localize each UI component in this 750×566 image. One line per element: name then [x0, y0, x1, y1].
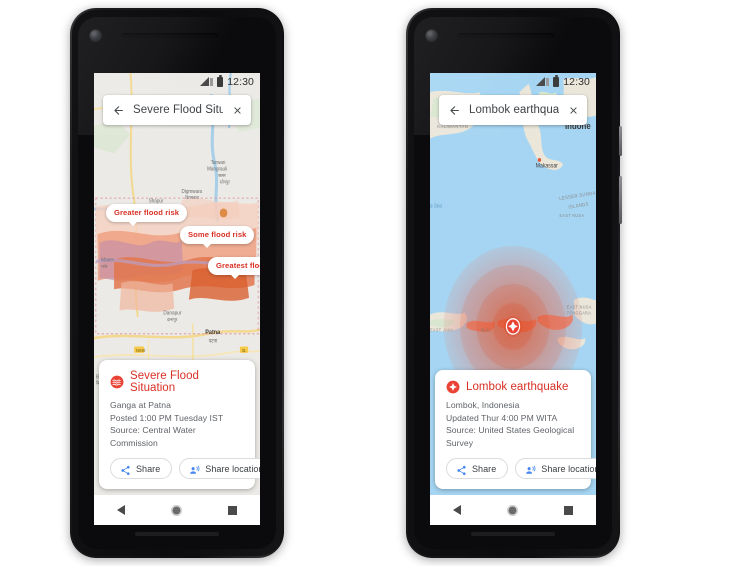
share-icon [120, 463, 131, 476]
card-actions: Share Share location [110, 458, 260, 479]
card-subtitle: Lombok, Indonesia [446, 400, 520, 411]
svg-text:a Sea: a Sea [430, 203, 442, 209]
share-button-label: Share [472, 463, 497, 474]
svg-text:TENGGARA: TENGGARA [567, 310, 591, 315]
phone-screen-flood: Lalganj लालगंज Tarwan Mangrauli जलर सोनप… [94, 73, 260, 495]
search-bar-earthquake[interactable]: Lombok earthquake [439, 95, 587, 125]
search-bar-flood[interactable]: Severe Flood Situation [103, 95, 251, 125]
flood-warning-icon [110, 375, 124, 389]
share-button[interactable]: Share [446, 458, 509, 479]
svg-text:जलर: जलर [218, 173, 226, 178]
earthquake-epicenter-icon [505, 318, 521, 335]
card-header: Severe Flood Situation [110, 370, 244, 394]
flood-callout-greater: Greater flood risk [106, 204, 188, 226]
share-location-button-label: Share location [541, 463, 596, 474]
svg-text:BALI: BALI [481, 327, 491, 332]
svg-text:EAST NUSA: EAST NUSA [560, 213, 585, 218]
phone-glass: Lalganj लालगंज Tarwan Mangrauli जलर सोनप… [78, 17, 276, 549]
svg-text:डिगमवारा: डिगमवारा [185, 195, 200, 200]
card-source: Source: United States Geological Survey [446, 425, 575, 448]
front-camera-icon [426, 30, 437, 41]
home-nav-button[interactable] [171, 504, 182, 516]
phone-device-earthquake: SOUTH KALIMANTAN SOUTH SULAWESI Indone M… [406, 8, 622, 558]
earpiece-speaker [458, 33, 554, 38]
android-nav-bar [430, 495, 596, 525]
card-header: Lombok earthquake [446, 380, 580, 394]
power-button[interactable] [619, 126, 622, 156]
earpiece-speaker [122, 33, 218, 38]
front-camera-icon [90, 30, 101, 41]
bottom-speaker [471, 532, 555, 536]
svg-text:EAST JAVA: EAST JAVA [430, 327, 453, 332]
alert-card-flood[interactable]: Severe Flood Situation Ganga at Patna Po… [99, 360, 260, 489]
phone-screen-earthquake: SOUTH KALIMANTAN SOUTH SULAWESI Indone M… [430, 73, 596, 495]
close-icon[interactable] [559, 105, 587, 116]
svg-text:मनेर: मनेर [101, 264, 107, 269]
card-posted-time: Posted 1:00 PM Tuesday IST [110, 412, 224, 423]
phone-glass: SOUTH KALIMANTAN SOUTH SULAWESI Indone M… [414, 17, 612, 549]
share-button[interactable]: Share [110, 458, 173, 479]
share-location-button[interactable]: Share location [179, 458, 260, 479]
back-arrow-icon[interactable] [439, 104, 469, 117]
share-location-icon [525, 463, 536, 474]
home-nav-button[interactable] [507, 504, 518, 516]
share-location-button[interactable]: Share location [515, 458, 596, 479]
svg-text:पटना: पटना [209, 339, 218, 344]
share-location-icon [189, 463, 200, 474]
search-input[interactable]: Lombok earthquake [469, 104, 559, 116]
card-subtitle: Ganga at Patna [110, 400, 171, 411]
card-source: Source: Central Water Commission [110, 425, 196, 448]
back-nav-button[interactable] [453, 505, 461, 515]
alert-card-earthquake[interactable]: Lombok earthquake Lombok, Indonesia Upda… [435, 370, 596, 489]
card-posted-time: Updated Thur 4:00 PM WITA [446, 412, 558, 423]
svg-text:Patna: Patna [205, 330, 221, 336]
card-actions: Share Share location [446, 458, 596, 479]
volume-button[interactable] [619, 176, 622, 224]
screenshot-canvas: Lalganj लालगंज Tarwan Mangrauli जलर सोनप… [0, 0, 750, 566]
card-title: Severe Flood Situation [130, 370, 199, 395]
svg-text:Makassar: Makassar [536, 163, 558, 169]
close-icon[interactable] [223, 105, 251, 116]
bottom-speaker [135, 532, 219, 536]
svg-text:Tarwan: Tarwan [211, 160, 226, 166]
back-arrow-icon[interactable] [103, 104, 133, 117]
recents-nav-button[interactable] [564, 505, 573, 515]
android-nav-bar [94, 495, 260, 525]
flood-callout-some: Some flood risk [180, 226, 255, 248]
phone-device-flood: Lalganj लालगंज Tarwan Mangrauli जलर सोनप… [70, 8, 284, 558]
share-icon [456, 463, 467, 476]
svg-text:NH30: NH30 [136, 348, 146, 353]
search-input[interactable]: Severe Flood Situation [133, 104, 223, 116]
earthquake-icon [446, 380, 460, 394]
svg-text:EAST NUSA: EAST NUSA [567, 304, 592, 309]
back-nav-button[interactable] [117, 505, 125, 515]
recents-nav-button[interactable] [228, 505, 237, 515]
card-title: Lombok earthquake [466, 381, 569, 394]
share-button-label: Share [136, 463, 161, 474]
svg-text:31: 31 [242, 348, 246, 353]
share-location-button-label: Share location [205, 463, 260, 474]
flood-callout-greatest: Greatest flood risk [208, 257, 260, 279]
